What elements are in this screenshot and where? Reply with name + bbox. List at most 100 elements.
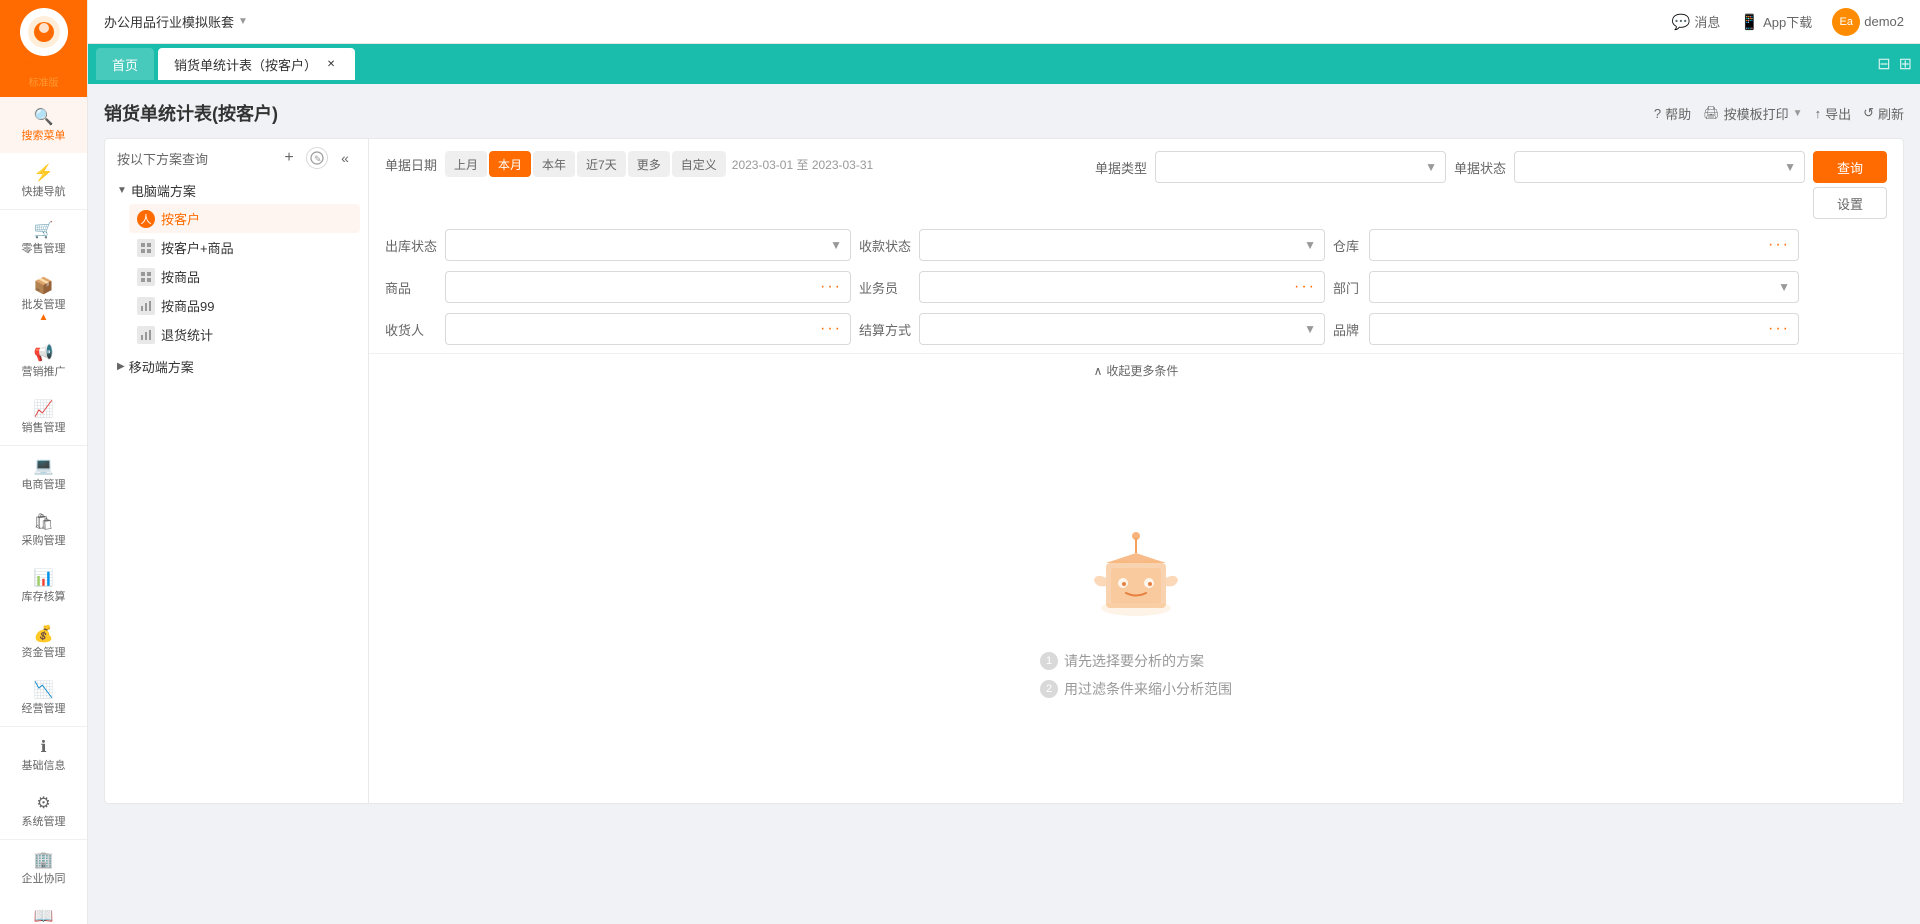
edit-scheme-btn[interactable]: ✎ [306, 147, 328, 169]
more-date-btn[interactable]: 更多 [628, 151, 670, 177]
goods-input[interactable]: ··· [445, 271, 851, 303]
sidebar-item-procurement[interactable]: 🛍 采购管理 [0, 502, 87, 558]
doc-type-dropdown-icon: ▼ [1425, 160, 1437, 174]
sidebar-item-marketing[interactable]: 📢 营销推广 [0, 333, 87, 389]
receive-status-input[interactable]: ▼ [919, 229, 1325, 261]
user-profile[interactable]: Ea demo2 [1832, 8, 1904, 36]
sidebar-item-onboarding[interactable]: 📖 新手引导 [0, 896, 87, 924]
tree-child-by-goods99[interactable]: 按商品99 [129, 291, 360, 320]
sidebar-item-search[interactable]: 🔍 搜索菜单 [0, 97, 87, 153]
sidebar-item-retail[interactable]: 🛒 零售管理 [0, 209, 87, 266]
warehouse-dots: ··· [1768, 236, 1790, 254]
app-logo[interactable]: 畅捷通好生意 标准版 [0, 0, 87, 97]
messages-btn[interactable]: 💬 消息 [1672, 12, 1721, 31]
last-month-btn[interactable]: 上月 [445, 151, 487, 177]
tree-parent-mobile[interactable]: ▶ 移动端方案 [113, 353, 360, 380]
procurement-icon: 🛍 [33, 512, 53, 532]
ecommerce-icon: 💻 [34, 456, 54, 476]
sidebar-item-sales[interactable]: 📈 销售管理 [0, 389, 87, 445]
step-1-text: 请先选择要分析的方案 [1064, 651, 1204, 671]
sidebar-item-ecommerce[interactable]: 💻 电商管理 [0, 445, 87, 502]
app-download-btn[interactable]: 📱 App下载 [1740, 12, 1812, 31]
collapse-bar[interactable]: ∧ 收起更多条件 [385, 354, 1887, 387]
tree-child-by-customer[interactable]: 人 按客户 [129, 204, 360, 233]
sidebar-item-finance[interactable]: 💰 资金管理 [0, 614, 87, 670]
home-tab-label: 首页 [112, 55, 138, 74]
app-name: 畅捷通好生意 [11, 58, 77, 74]
collapse-scheme-btn[interactable]: « [334, 147, 356, 169]
sidebar-item-inventory[interactable]: 📊 库存核算 [0, 558, 87, 614]
sidebar-item-basic-info[interactable]: ℹ 基础信息 [0, 726, 87, 783]
operations-icon: 📉 [34, 680, 54, 700]
department-input[interactable]: ▼ [1369, 271, 1799, 303]
tab-home[interactable]: 首页 [96, 48, 154, 80]
app-download-icon: 📱 [1740, 13, 1759, 31]
settlement-group: 结算方式 ▼ [859, 313, 1325, 345]
sidebar-item-operations[interactable]: 📉 经营管理 [0, 670, 87, 726]
receive-status-group: 收款状态 ▼ [859, 229, 1325, 261]
receive-status-label: 收款状态 [859, 236, 915, 255]
current-year-btn[interactable]: 本年 [533, 151, 575, 177]
placeholder-steps: 1 请先选择要分析的方案 2 用过滤条件来缩小分析范围 [1040, 651, 1232, 699]
account-selector[interactable]: 办公用品行业模拟账套 ▼ [104, 12, 248, 31]
settlement-input[interactable]: ▼ [919, 313, 1325, 345]
placeholder-illustration [1076, 508, 1196, 631]
add-scheme-btn[interactable]: + [278, 147, 300, 169]
page-actions: ? 帮助 🖨 按模板打印 ▼ ↑ 导出 ↺ 刷新 [1654, 104, 1904, 123]
refresh-label: 刷新 [1878, 104, 1904, 123]
brand-input[interactable]: ··· [1369, 313, 1799, 345]
onboarding-icon: 📖 [34, 906, 54, 924]
sidebar-item-quick-nav[interactable]: ⚡ 快捷导航 [0, 153, 87, 209]
svg-text:✎: ✎ [314, 154, 322, 164]
page-title: 销货单统计表(按客户) [104, 100, 278, 126]
main-area: 办公用品行业模拟账套 ▼ 💬 消息 📱 App下载 Ea demo2 首页 [88, 0, 1920, 924]
doc-type-input[interactable]: ▼ [1155, 151, 1446, 183]
sidebar-label-basic-info: 基础信息 [22, 757, 66, 773]
receive-status-dropdown-icon: ▼ [1304, 238, 1316, 252]
maximize-btn[interactable]: ⊞ [1899, 54, 1912, 74]
step-1-num: 1 [1040, 652, 1058, 670]
warehouse-label: 仓库 [1333, 236, 1365, 255]
filter-row-3: 商品 ··· 业务员 ··· [385, 271, 1887, 303]
settings-button[interactable]: 设置 [1813, 187, 1887, 219]
sidebar-item-system[interactable]: ⚙ 系统管理 [0, 783, 87, 839]
sales-person-input[interactable]: ··· [919, 271, 1325, 303]
print-btn[interactable]: 🖨 按模板打印 ▼ [1703, 104, 1802, 123]
tree-child-return-stat[interactable]: 退货统计 [129, 320, 360, 349]
sidebar-item-enterprise[interactable]: 🏢 企业协同 [0, 839, 87, 896]
return-stat-label: 退货统计 [161, 325, 213, 344]
last-7-days-btn[interactable]: 近7天 [577, 151, 626, 177]
tab-sales-stat[interactable]: 销货单统计表（按客户） ✕ [158, 48, 355, 80]
settlement-label: 结算方式 [859, 320, 915, 339]
export-btn[interactable]: ↑ 导出 [1815, 104, 1852, 123]
tree-child-by-customer-goods[interactable]: 按客户+商品 [129, 233, 360, 262]
right-panel: 单据日期 上月 本月 本年 近7天 更多 自定义 2023-03-01 至 20… [369, 139, 1903, 803]
dropdown-icon: ▼ [238, 16, 248, 27]
goods-group: 商品 ··· [385, 271, 851, 303]
tree-parent-desktop[interactable]: ▼ 电脑端方案 [113, 177, 360, 204]
sidebar-item-wholesale[interactable]: 📦 批发管理 ▲ [0, 266, 87, 333]
minimize-btn[interactable]: ⊟ [1877, 54, 1890, 74]
scheme-header: 按以下方案查询 + ✎ « [105, 139, 368, 177]
out-status-input[interactable]: ▼ [445, 229, 851, 261]
query-button[interactable]: 查询 [1813, 151, 1887, 183]
sales-person-group: 业务员 ··· [859, 271, 1325, 303]
doc-status-input[interactable]: ▼ [1514, 151, 1805, 183]
custom-date-btn[interactable]: 自定义 [672, 151, 726, 177]
help-btn[interactable]: ? 帮助 [1654, 104, 1691, 123]
current-month-btn[interactable]: 本月 [489, 151, 531, 177]
receiver-input[interactable]: ··· [445, 313, 851, 345]
tab-close-icon[interactable]: ✕ [323, 56, 339, 72]
by-goods99-label: 按商品99 [161, 296, 214, 315]
settlement-dropdown-icon: ▼ [1304, 322, 1316, 336]
print-icon: 🖨 [1703, 105, 1720, 121]
tree-child-by-goods[interactable]: 按商品 [129, 262, 360, 291]
receiver-group: 收货人 ··· [385, 313, 851, 345]
tab-bar: 首页 销货单统计表（按客户） ✕ ⊟ ⊞ [88, 44, 1920, 84]
username: demo2 [1864, 14, 1904, 29]
sidebar-label-system: 系统管理 [22, 813, 66, 829]
sidebar-label-operations: 经营管理 [22, 700, 66, 716]
step-2-text: 用过滤条件来缩小分析范围 [1064, 679, 1232, 699]
refresh-btn[interactable]: ↺ 刷新 [1863, 104, 1904, 123]
warehouse-input[interactable]: ··· [1369, 229, 1799, 261]
